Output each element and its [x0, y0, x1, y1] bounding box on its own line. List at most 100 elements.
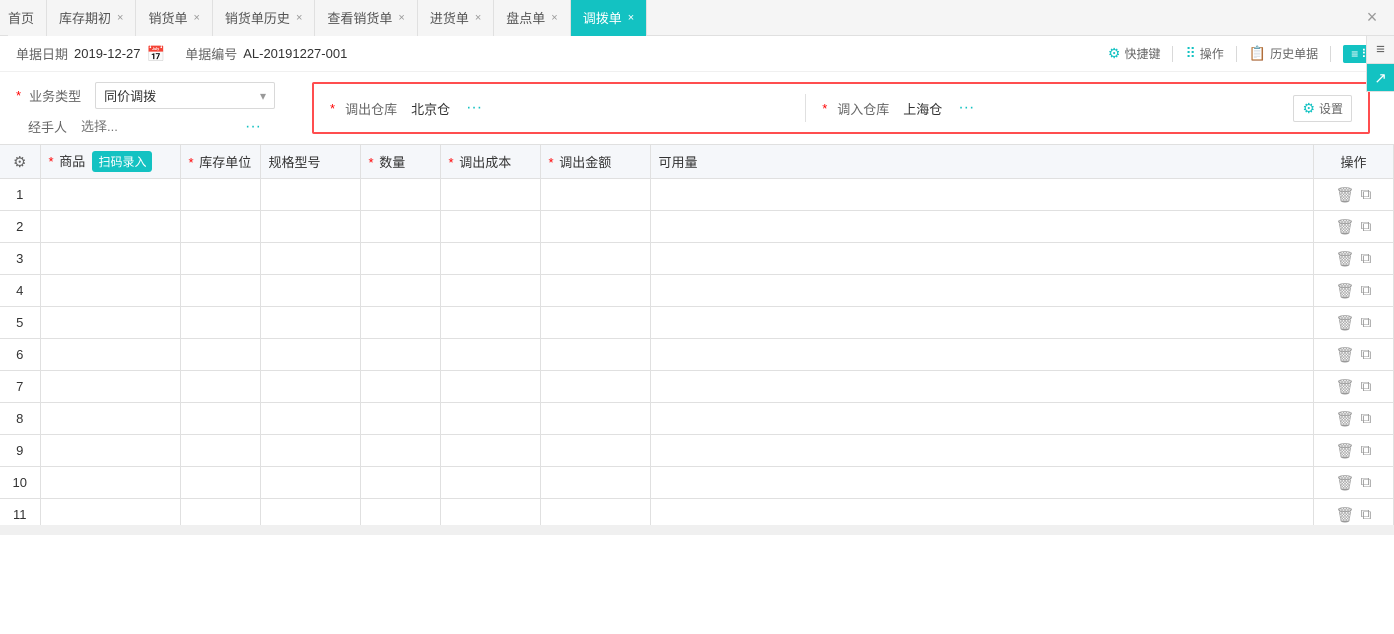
row-cost[interactable]: [440, 435, 540, 467]
row-spec[interactable]: [260, 339, 360, 371]
row-unit[interactable]: [180, 499, 260, 526]
calendar-icon[interactable]: 📅: [147, 45, 166, 63]
row-product[interactable]: [40, 339, 180, 371]
tab-home[interactable]: 首页: [8, 0, 47, 36]
row-spec[interactable]: [260, 435, 360, 467]
tab-purchase[interactable]: 进货单 ×: [418, 0, 494, 36]
delete-icon[interactable]: 🗑: [1336, 506, 1355, 524]
row-unit[interactable]: [180, 467, 260, 499]
copy-icon[interactable]: ⧉: [1361, 186, 1372, 203]
horizontal-scrollbar[interactable]: [0, 525, 1394, 535]
tab-view-sales[interactable]: 查看销货单 ×: [315, 0, 417, 36]
row-amount[interactable]: [540, 307, 650, 339]
row-product[interactable]: [40, 435, 180, 467]
row-spec[interactable]: [260, 371, 360, 403]
row-spec[interactable]: [260, 179, 360, 211]
th-gear[interactable]: ⚙: [0, 145, 40, 179]
table-scroll[interactable]: ⚙ * 商品 扫码录入 * 库存单位 规格型号: [0, 145, 1394, 525]
handler-more-icon[interactable]: ···: [245, 118, 261, 136]
row-cost[interactable]: [440, 307, 540, 339]
row-cost[interactable]: [440, 403, 540, 435]
copy-icon[interactable]: ⧉: [1361, 378, 1372, 395]
tab-sales-history[interactable]: 销货单历史 ×: [213, 0, 315, 36]
delete-icon[interactable]: 🗑: [1336, 218, 1355, 236]
copy-icon[interactable]: ⧉: [1361, 218, 1372, 235]
row-qty[interactable]: [360, 179, 440, 211]
row-unit[interactable]: [180, 211, 260, 243]
row-avail[interactable]: [650, 211, 1314, 243]
row-product[interactable]: [40, 403, 180, 435]
row-avail[interactable]: [650, 179, 1314, 211]
row-product[interactable]: [40, 371, 180, 403]
row-product[interactable]: [40, 467, 180, 499]
row-spec[interactable]: [260, 243, 360, 275]
row-spec[interactable]: [260, 307, 360, 339]
row-product[interactable]: [40, 243, 180, 275]
tab-inventory-init[interactable]: 库存期初 ×: [47, 0, 136, 36]
shortcut-button[interactable]: ⚙ 快捷键: [1108, 45, 1161, 62]
row-spec[interactable]: [260, 275, 360, 307]
row-amount[interactable]: [540, 371, 650, 403]
row-avail[interactable]: [650, 339, 1314, 371]
tab-inventory-init-close[interactable]: ×: [117, 12, 123, 24]
row-qty[interactable]: [360, 467, 440, 499]
row-unit[interactable]: [180, 435, 260, 467]
row-unit[interactable]: [180, 243, 260, 275]
copy-icon[interactable]: ⧉: [1361, 442, 1372, 459]
copy-icon[interactable]: ⧉: [1361, 474, 1372, 491]
tab-sales-close[interactable]: ×: [193, 12, 199, 24]
copy-icon[interactable]: ⧉: [1361, 346, 1372, 363]
copy-icon[interactable]: ⧉: [1361, 506, 1372, 523]
tab-stocktake-close[interactable]: ×: [551, 12, 557, 24]
copy-icon[interactable]: ⧉: [1361, 314, 1372, 331]
tab-sales[interactable]: 销货单 ×: [136, 0, 212, 36]
tab-stocktake[interactable]: 盘点单 ×: [494, 0, 570, 36]
row-cost[interactable]: [440, 467, 540, 499]
row-qty[interactable]: [360, 243, 440, 275]
tab-sales-history-close[interactable]: ×: [296, 12, 302, 24]
handler-input[interactable]: [81, 119, 231, 134]
delete-icon[interactable]: 🗑: [1336, 282, 1355, 300]
row-avail[interactable]: [650, 403, 1314, 435]
row-amount[interactable]: [540, 243, 650, 275]
row-qty[interactable]: [360, 371, 440, 403]
delete-icon[interactable]: 🗑: [1336, 314, 1355, 332]
row-avail[interactable]: [650, 467, 1314, 499]
row-cost[interactable]: [440, 339, 540, 371]
row-product[interactable]: [40, 499, 180, 526]
row-spec[interactable]: [260, 499, 360, 526]
row-avail[interactable]: [650, 243, 1314, 275]
row-product[interactable]: [40, 307, 180, 339]
history-button[interactable]: 📋 历史单据: [1249, 45, 1318, 62]
tab-transfer[interactable]: 调拨单 ×: [571, 0, 647, 36]
row-avail[interactable]: [650, 435, 1314, 467]
row-spec[interactable]: [260, 403, 360, 435]
business-type-select[interactable]: 同价调拨 ▾: [95, 82, 275, 109]
row-amount[interactable]: [540, 467, 650, 499]
delete-icon[interactable]: 🗑: [1336, 346, 1355, 364]
row-amount[interactable]: [540, 339, 650, 371]
warehouse-in-more-icon[interactable]: ···: [958, 99, 974, 117]
tab-bar-close-button[interactable]: ×: [1358, 4, 1386, 32]
delete-icon[interactable]: 🗑: [1336, 410, 1355, 428]
operation-button[interactable]: ⠿ 操作: [1185, 45, 1223, 62]
row-cost[interactable]: [440, 371, 540, 403]
row-amount[interactable]: [540, 499, 650, 526]
row-qty[interactable]: [360, 211, 440, 243]
tab-view-sales-close[interactable]: ×: [398, 12, 404, 24]
row-unit[interactable]: [180, 179, 260, 211]
row-product[interactable]: [40, 211, 180, 243]
delete-icon[interactable]: 🗑: [1336, 186, 1355, 204]
warehouse-out-more-icon[interactable]: ···: [466, 99, 482, 117]
row-qty[interactable]: [360, 403, 440, 435]
row-qty[interactable]: [360, 275, 440, 307]
row-amount[interactable]: [540, 211, 650, 243]
row-unit[interactable]: [180, 371, 260, 403]
row-unit[interactable]: [180, 339, 260, 371]
settings-button[interactable]: ⚙ 设置: [1293, 95, 1352, 122]
row-qty[interactable]: [360, 499, 440, 526]
row-qty[interactable]: [360, 435, 440, 467]
row-avail[interactable]: [650, 307, 1314, 339]
row-unit[interactable]: [180, 403, 260, 435]
delete-icon[interactable]: 🗑: [1336, 442, 1355, 460]
